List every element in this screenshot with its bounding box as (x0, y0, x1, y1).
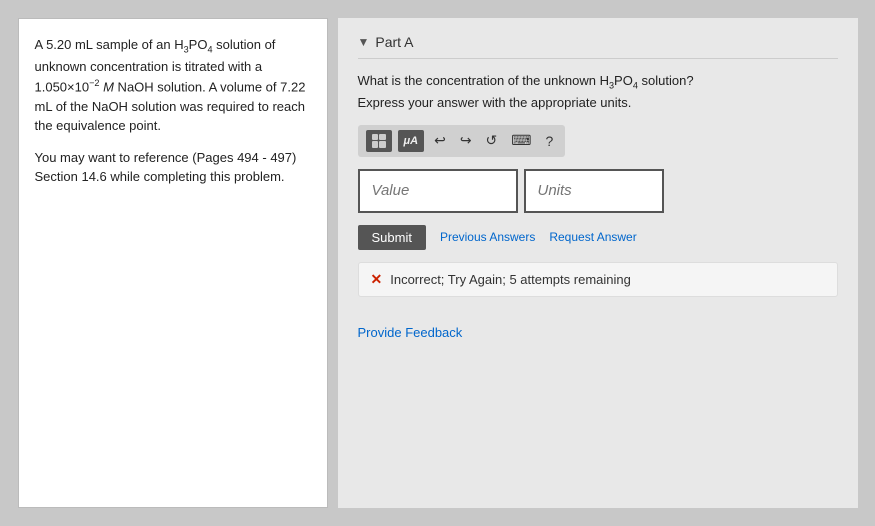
incorrect-icon: ✕ (371, 271, 383, 288)
value-input[interactable] (358, 169, 518, 213)
left-panel: A 5.20 mL sample of an H3PO4 solution of… (18, 18, 328, 508)
feedback-link[interactable]: Provide Feedback (358, 325, 838, 340)
right-panel: ▼ Part A What is the concentration of th… (338, 18, 858, 508)
status-row: ✕ Incorrect; Try Again; 5 attempts remai… (358, 262, 838, 297)
units-input[interactable] (524, 169, 664, 213)
question-text: What is the concentration of the unknown… (358, 71, 838, 113)
status-text: Incorrect; Try Again; 5 attempts remaini… (390, 272, 631, 287)
redo-button[interactable]: ↪ (456, 130, 476, 151)
action-row: Submit Previous Answers Request Answer (358, 225, 838, 250)
toolbar: μA ↩ ↪ ↺ ⌨ ? (358, 125, 566, 157)
collapse-arrow-icon[interactable]: ▼ (358, 35, 370, 49)
answer-input-row (358, 169, 838, 213)
mu-button[interactable]: μA (398, 130, 425, 152)
submit-button[interactable]: Submit (358, 225, 426, 250)
part-label: Part A (375, 34, 413, 50)
grid-button[interactable] (366, 130, 392, 152)
question-line1: What is the concentration of the unknown… (358, 71, 838, 93)
refresh-icon: ↺ (486, 132, 498, 148)
mu-label: μA (404, 135, 419, 147)
keyboard-icon: ⌨ (511, 132, 531, 148)
previous-answers-link[interactable]: Previous Answers (440, 230, 535, 244)
keyboard-button[interactable]: ⌨ (507, 130, 535, 151)
grid-icon (372, 134, 386, 148)
problem-text: A 5.20 mL sample of an H3PO4 solution of… (35, 35, 311, 136)
undo-icon: ↩ (434, 132, 446, 148)
reference-text: You may want to reference (Pages 494 - 4… (35, 148, 311, 187)
part-header: ▼ Part A (358, 34, 838, 59)
help-button[interactable]: ? (542, 131, 558, 151)
request-answer-link[interactable]: Request Answer (549, 230, 636, 244)
question-line2: Express your answer with the appropriate… (358, 93, 838, 113)
page-container: A 5.20 mL sample of an H3PO4 solution of… (8, 8, 868, 518)
redo-icon: ↪ (460, 132, 472, 148)
refresh-button[interactable]: ↺ (482, 130, 502, 151)
help-icon: ? (546, 133, 554, 149)
undo-button[interactable]: ↩ (430, 130, 450, 151)
